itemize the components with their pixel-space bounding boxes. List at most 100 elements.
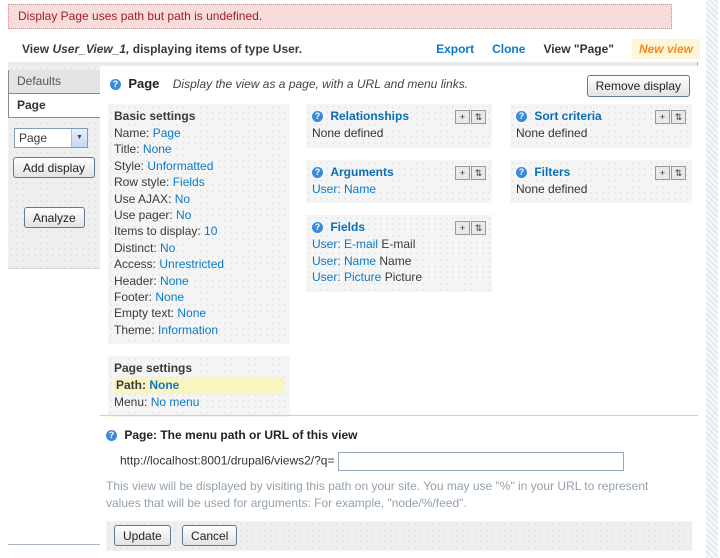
relationships-title-link[interactable]: Relationships (330, 109, 409, 123)
tab-page[interactable]: Page (8, 94, 100, 118)
path-help-text: This view will be displayed by visiting … (106, 479, 649, 510)
sort-criteria-empty-text: None defined (516, 126, 588, 140)
path-input[interactable] (338, 452, 625, 471)
setting-value-link[interactable]: None (143, 142, 172, 156)
fields-header: ? Fields + ⇅ (312, 220, 486, 235)
view-title-bar: View User_View_1, displaying items of ty… (8, 36, 700, 62)
fields-box: ? Fields + ⇅ User: E-mail E-mail User: Na… (306, 215, 492, 292)
setting-label: Use AJAX: (114, 191, 172, 206)
help-icon[interactable]: ? (312, 222, 323, 233)
relationships-header: ? Relationships + ⇅ (312, 109, 486, 124)
arguments-header: ? Arguments + ⇅ (312, 165, 486, 180)
field-link[interactable]: User: Name (312, 254, 376, 268)
help-icon[interactable]: ? (516, 111, 527, 122)
rearrange-icon[interactable]: ⇅ (471, 221, 486, 235)
setting-value-link[interactable]: No (160, 241, 175, 255)
update-button[interactable]: Update (114, 525, 171, 546)
setting-value-link[interactable]: Unrestricted (159, 257, 224, 271)
page-settings-box: Page settings Path: None Menu: No menu (108, 356, 290, 418)
argument-link[interactable]: User: Name (312, 182, 376, 196)
setting-value-link[interactable]: No (175, 192, 190, 206)
help-icon[interactable]: ? (516, 166, 527, 178)
view-title-prefix: View (22, 42, 53, 56)
add-icon[interactable]: + (655, 165, 670, 180)
path-form-heading: ? Page: The menu path or URL of this vie… (106, 428, 692, 442)
view-action-links: Export Clone View "Page" New view (436, 39, 700, 59)
setting-row-path: Path: None (114, 377, 284, 395)
rearrange-icon[interactable]: ⇅ (671, 165, 686, 180)
sort-criteria-box: ? Sort criteria + ⇅ None defined (510, 104, 692, 148)
field-label: E-mail (381, 237, 416, 251)
add-icon[interactable]: + (455, 165, 470, 180)
setting-row-use-ajax: Use AJAX: No (114, 191, 284, 207)
remove-display-button[interactable]: Remove display (586, 75, 690, 97)
display-sidebar: Defaults Page Page ▼ Add display Analyze (8, 66, 100, 269)
menu-label: Menu: (114, 395, 148, 410)
path-value-link[interactable]: None (149, 378, 179, 392)
setting-value-link[interactable]: None (177, 306, 206, 320)
setting-value-link[interactable]: None (155, 290, 184, 304)
setting-label: Style: (114, 158, 145, 173)
url-prefix-text: http://localhost:8001/drupal6/views2/?q= (120, 453, 335, 468)
help-icon[interactable]: ? (106, 430, 117, 441)
page-settings-title: Page settings (114, 361, 193, 376)
add-icon[interactable]: + (455, 110, 470, 124)
page-edge-texture (706, 0, 718, 558)
setting-label: Row style: (114, 175, 170, 190)
setting-value-link[interactable]: Fields (173, 175, 205, 189)
add-icon[interactable]: + (655, 110, 670, 124)
help-icon[interactable]: ? (110, 79, 121, 90)
rearrange-icon[interactable]: ⇅ (471, 165, 486, 180)
field-item: User: E-mail E-mail (312, 236, 486, 253)
setting-label: Use pager: (114, 208, 173, 223)
setting-label: Empty text: (114, 306, 175, 321)
sort-criteria-header: ? Sort criteria + ⇅ (516, 109, 686, 124)
setting-value-link[interactable]: Unformatted (147, 159, 213, 173)
setting-row-theme: Theme: Information (114, 322, 284, 338)
add-display-button[interactable]: Add display (13, 157, 95, 178)
setting-label: Header: (114, 273, 157, 288)
rearrange-icon[interactable]: ⇅ (671, 110, 686, 124)
setting-row-name: Name: Page (114, 125, 284, 141)
setting-label: Footer: (114, 290, 153, 305)
field-link[interactable]: User: E-mail (312, 237, 378, 251)
cancel-button[interactable]: Cancel (182, 525, 238, 546)
clone-link[interactable]: Clone (492, 42, 525, 56)
setting-value-link[interactable]: None (160, 274, 189, 288)
error-message: Display Page uses path but path is undef… (8, 4, 672, 29)
chevron-down-icon[interactable]: ▼ (71, 129, 87, 147)
add-icon[interactable]: + (455, 221, 470, 235)
fields-title-link[interactable]: Fields (330, 220, 365, 234)
fields-ops: + ⇅ (454, 220, 486, 235)
filters-title-link[interactable]: Filters (534, 165, 570, 179)
field-link[interactable]: User: Picture (312, 270, 381, 284)
path-form: ? Page: The menu path or URL of this vie… (100, 415, 698, 551)
setting-value-link[interactable]: 10 (204, 224, 217, 238)
display-type-select[interactable]: Page ▼ (14, 128, 88, 148)
setting-value-link[interactable]: No (176, 208, 191, 222)
help-icon[interactable]: ? (312, 166, 323, 178)
new-view-link[interactable]: New view (631, 39, 700, 59)
rearrange-icon[interactable]: ⇅ (471, 110, 486, 124)
relationships-empty-text: None defined (312, 126, 384, 140)
sort-criteria-title-link[interactable]: Sort criteria (534, 109, 601, 123)
relationships-ops: + ⇅ (454, 109, 486, 124)
setting-row-access: Access: Unrestricted (114, 256, 284, 272)
basic-settings-title: Basic settings (114, 109, 196, 123)
setting-value-link[interactable]: Page (153, 126, 181, 140)
analyze-button[interactable]: Analyze (24, 207, 85, 228)
setting-row-row-style: Row style: Fields (114, 174, 284, 190)
export-link[interactable]: Export (436, 42, 474, 56)
arguments-ops: + ⇅ (454, 165, 486, 180)
help-icon[interactable]: ? (312, 111, 323, 122)
setting-row-items-to-display: Items to display: 10 (114, 223, 284, 239)
path-form-footer: Update Cancel (106, 521, 692, 551)
display-panel-header: ? Page Display the view as a page, with … (100, 66, 698, 97)
tab-defaults[interactable]: Defaults (8, 70, 100, 94)
menu-value-link[interactable]: No menu (151, 395, 200, 409)
setting-row-use-pager: Use pager: No (114, 207, 284, 223)
arguments-box: ? Arguments + ⇅ User: Name (306, 159, 492, 203)
arguments-title-link[interactable]: Arguments (330, 165, 393, 179)
view-page-link[interactable]: View "Page" (543, 42, 614, 56)
setting-value-link[interactable]: Information (158, 323, 218, 337)
